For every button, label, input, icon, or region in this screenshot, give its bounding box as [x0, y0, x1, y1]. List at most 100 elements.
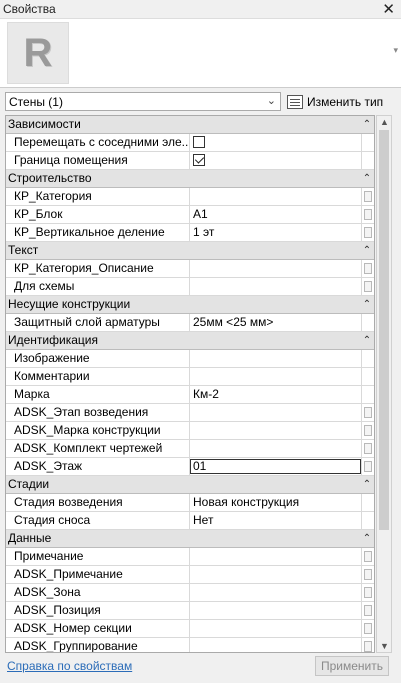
property-value[interactable]: 1 эт [190, 224, 361, 241]
property-row: ADSK_Комплект чертежей [6, 440, 374, 458]
property-value[interactable] [190, 566, 361, 583]
collapse-icon[interactable]: ⌃ [360, 476, 374, 493]
group-header[interactable]: Данные ⌃ [6, 530, 374, 548]
associate-parameter-button[interactable] [361, 260, 374, 277]
associate-parameter-button[interactable] [361, 548, 374, 565]
checkbox[interactable] [193, 154, 205, 166]
group-header[interactable]: Строительство ⌃ [6, 170, 374, 188]
property-row: ADSK_Зона [6, 584, 374, 602]
associate-parameter-icon [364, 263, 372, 274]
property-name: Комментарии [6, 368, 190, 385]
property-value[interactable] [190, 422, 361, 439]
checkbox[interactable] [193, 136, 205, 148]
property-value[interactable] [190, 278, 361, 295]
scroll-down-icon[interactable]: ▼ [380, 641, 389, 651]
group-header[interactable]: Текст ⌃ [6, 242, 374, 260]
associate-parameter-button [361, 368, 374, 385]
group-header[interactable]: Несущие конструкции ⌃ [6, 296, 374, 314]
property-name: Марка [6, 386, 190, 403]
type-preview: R ▾ [0, 18, 401, 88]
property-value[interactable] [190, 620, 361, 637]
associate-parameter-button [361, 314, 374, 331]
scroll-thumb[interactable] [379, 130, 389, 530]
scroll-up-icon[interactable]: ▲ [380, 117, 389, 127]
property-row: ADSK_Этаж 01 [6, 458, 374, 476]
group-header[interactable]: Стадии ⌃ [6, 476, 374, 494]
associate-parameter-icon [364, 461, 372, 472]
property-name: ADSK_Комплект чертежей [6, 440, 190, 457]
help-link[interactable]: Справка по свойствам [7, 659, 132, 673]
associate-parameter-button[interactable] [361, 278, 374, 295]
associate-parameter-button[interactable] [361, 206, 374, 223]
associate-parameter-button[interactable] [361, 584, 374, 601]
property-row: Защитный слой арматуры 25мм <25 мм> [6, 314, 374, 332]
associate-parameter-button [361, 152, 374, 169]
property-name: Защитный слой арматуры [6, 314, 190, 331]
associate-parameter-icon [364, 641, 372, 652]
property-value[interactable]: Км-2 [190, 386, 361, 403]
collapse-icon[interactable]: ⌃ [360, 296, 374, 313]
associate-parameter-button[interactable] [361, 458, 374, 475]
properties-grid: Зависимости ⌃ Перемещать с соседними эле..… [5, 115, 375, 653]
property-name: Стадия сноса [6, 512, 190, 529]
property-name: КР_Вертикальное деление [6, 224, 190, 241]
apply-button[interactable]: Применить [315, 656, 389, 676]
associate-parameter-button[interactable] [361, 422, 374, 439]
property-value[interactable] [190, 368, 361, 385]
property-name: ADSK_Позиция [6, 602, 190, 619]
property-value[interactable] [190, 188, 361, 205]
group-header[interactable]: Зависимости ⌃ [6, 116, 374, 134]
property-value[interactable] [190, 638, 361, 652]
property-value[interactable]: А1 [190, 206, 361, 223]
property-value[interactable] [190, 350, 361, 367]
type-selector[interactable]: Стены (1) ⌄ [5, 92, 281, 111]
property-value[interactable] [190, 134, 361, 151]
property-value[interactable] [190, 548, 361, 565]
property-name: ADSK_Зона [6, 584, 190, 601]
property-value[interactable] [190, 602, 361, 619]
property-value[interactable]: 01 [190, 459, 361, 474]
associate-parameter-button[interactable] [361, 440, 374, 457]
property-name: ADSK_Номер секции [6, 620, 190, 637]
property-value[interactable]: Нет [190, 512, 361, 529]
collapse-icon[interactable]: ⌃ [360, 242, 374, 259]
property-name: ADSK_Группирование [6, 638, 190, 652]
close-icon[interactable]: ✕ [382, 0, 395, 18]
group-label: Текст [8, 243, 39, 257]
revit-logo-icon: R [7, 22, 69, 84]
property-value[interactable] [190, 260, 361, 277]
associate-parameter-button[interactable] [361, 638, 374, 652]
group-label: Идентификация [8, 333, 98, 347]
property-value[interactable] [190, 152, 361, 169]
property-value[interactable]: 25мм <25 мм> [190, 314, 361, 331]
group-label: Данные [8, 531, 52, 545]
associate-parameter-icon [364, 443, 372, 454]
property-value[interactable] [190, 440, 361, 457]
preview-dropdown-icon[interactable]: ▾ [393, 45, 398, 56]
chevron-down-icon: ⌄ [266, 95, 276, 107]
collapse-icon[interactable]: ⌃ [360, 530, 374, 547]
property-value[interactable]: Новая конструкция [190, 494, 361, 511]
associate-parameter-button[interactable] [361, 566, 374, 583]
property-name: Граница помещения [6, 152, 190, 169]
edit-type-label: Изменить тип [307, 94, 384, 109]
property-value[interactable] [190, 404, 361, 421]
collapse-icon[interactable]: ⌃ [360, 170, 374, 187]
associate-parameter-button[interactable] [361, 602, 374, 619]
property-row: ADSK_Марка конструкции [6, 422, 374, 440]
property-row: КР_Блок А1 [6, 206, 374, 224]
property-value[interactable] [190, 584, 361, 601]
property-row: КР_Вертикальное деление 1 эт [6, 224, 374, 242]
edit-type-button[interactable]: Изменить тип [287, 92, 383, 111]
associate-parameter-button[interactable] [361, 188, 374, 205]
associate-parameter-button[interactable] [361, 620, 374, 637]
collapse-icon[interactable]: ⌃ [360, 332, 374, 349]
associate-parameter-icon [364, 281, 372, 292]
collapse-icon[interactable]: ⌃ [360, 116, 374, 133]
property-row: ADSK_Позиция [6, 602, 374, 620]
associate-parameter-icon [364, 569, 372, 580]
group-header[interactable]: Идентификация ⌃ [6, 332, 374, 350]
scrollbar[interactable]: ▲ ▼ [376, 115, 392, 653]
associate-parameter-button[interactable] [361, 224, 374, 241]
associate-parameter-button[interactable] [361, 404, 374, 421]
